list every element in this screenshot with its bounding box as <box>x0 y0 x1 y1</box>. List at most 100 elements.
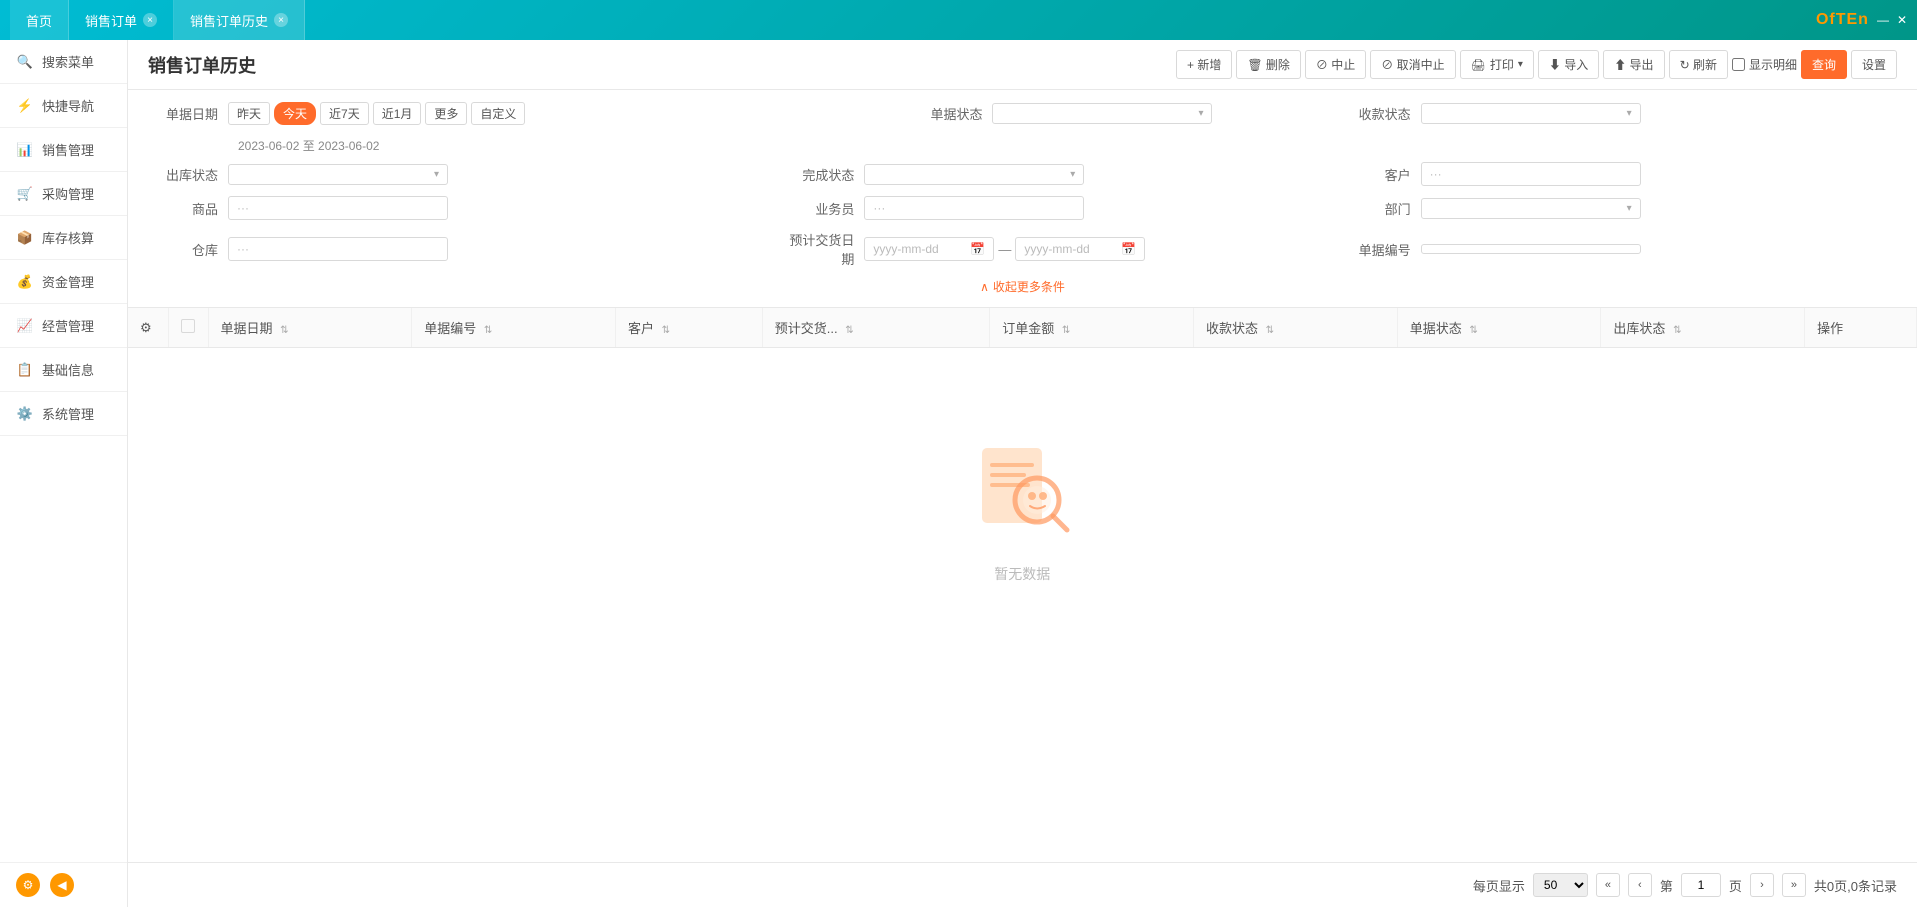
tab-home[interactable]: 首页 <box>10 0 69 40</box>
sidebar-item-quick-nav[interactable]: ⚡ 快捷导航 <box>0 84 127 128</box>
th-expected-date-label: 预计交货... <box>775 321 838 336</box>
th-settings[interactable]: ⚙ <box>128 308 168 348</box>
tab-sales-order-close[interactable]: × <box>143 13 157 27</box>
print-button[interactable]: 🖨 打印 ▾ <box>1460 50 1534 79</box>
filter-row-3: 商品 ··· 业务员 ··· 部门 ▾ <box>148 196 1897 220</box>
tab-sales-order-history-close[interactable]: × <box>274 13 288 27</box>
page-title: 销售订单历史 <box>148 52 256 78</box>
empty-state: 暂无数据 <box>128 348 1917 664</box>
refresh-button[interactable]: ↻ 刷新 <box>1669 50 1728 79</box>
salesperson-input[interactable]: ··· <box>864 196 1084 220</box>
complete-status-cell: 完成状态 ▾ <box>784 164 1340 185</box>
sidebar-item-inventory[interactable]: 📦 库存核算 <box>0 216 127 260</box>
date-range-text: 2023-06-02 至 2023-06-02 <box>238 137 379 154</box>
th-date-label: 单据日期 <box>221 321 273 336</box>
sidebar-settings-icon[interactable]: ⚙ <box>16 873 40 897</box>
expected-date-end[interactable]: yyyy-mm-dd 📅 <box>1015 237 1145 261</box>
filter-area: 单据日期 昨天 今天 近7天 近1月 更多 自定义 单据状态 ▾ <box>128 90 1917 308</box>
order-status-label: 单据状态 <box>912 104 992 123</box>
tab-sales-order[interactable]: 销售订单 × <box>69 0 174 40</box>
tab-sales-order-history[interactable]: 销售订单历史 × <box>174 0 305 40</box>
first-page-btn[interactable]: « <box>1596 873 1620 897</box>
expected-date-start[interactable]: yyyy-mm-dd 📅 <box>864 237 994 261</box>
prev-page-btn[interactable]: ‹ <box>1628 873 1652 897</box>
th-checkbox[interactable] <box>168 308 208 348</box>
window-close[interactable]: ✕ <box>1897 13 1907 27</box>
empty-text: 暂无数据 <box>994 564 1050 584</box>
order-number-input[interactable] <box>1421 244 1641 254</box>
order-status-select[interactable]: ▾ <box>992 103 1212 124</box>
sidebar-item-quick-nav-label: 快捷导航 <box>42 96 94 115</box>
select-all-checkbox[interactable] <box>181 319 195 333</box>
page-size-select[interactable]: 50 10 20 100 <box>1533 873 1588 897</box>
sort-payment-icon: ⇅ <box>1266 325 1274 336</box>
sidebar-item-finance[interactable]: 💰 资金管理 <box>0 260 127 304</box>
sidebar-item-search-menu-label: 搜索菜单 <box>42 52 94 71</box>
cancel-stop-button[interactable]: ⊘ 取消中止 <box>1370 50 1455 79</box>
sidebar-item-basic-info[interactable]: 📋 基础信息 <box>0 348 127 392</box>
sort-date-icon: ⇅ <box>280 325 288 336</box>
basic-info-icon: 📋 <box>16 361 34 379</box>
settings-button[interactable]: 设置 <box>1851 50 1897 79</box>
th-action-label: 操作 <box>1817 321 1843 336</box>
settings-icon[interactable]: ⚙ <box>140 320 152 335</box>
page-label-post: 页 <box>1729 876 1742 895</box>
th-customer[interactable]: 客户 ⇅ <box>615 308 762 348</box>
date-more-btn[interactable]: 更多 <box>425 102 467 125</box>
date-today-btn[interactable]: 今天 <box>274 102 316 125</box>
sidebar-item-purchase-mgmt[interactable]: 🛒 采购管理 <box>0 172 127 216</box>
sort-order-status-icon: ⇅ <box>1469 325 1477 336</box>
customer-input[interactable]: ··· <box>1421 162 1641 186</box>
stop-button[interactable]: ⊘ 中止 <box>1305 50 1366 79</box>
filter-row-4: 仓库 ··· 预计交货日期 yyyy-mm-dd 📅 — yyyy-mm-dd <box>148 230 1897 268</box>
new-button[interactable]: + 新增 <box>1176 50 1232 79</box>
sidebar-item-search-menu[interactable]: 🔍 搜索菜单 <box>0 40 127 84</box>
page-size-label: 每页显示 <box>1473 876 1525 895</box>
last-page-btn[interactable]: » <box>1782 873 1806 897</box>
sidebar-item-system-mgmt-label: 系统管理 <box>42 404 94 423</box>
th-customer-label: 客户 <box>628 321 654 336</box>
page-number-input[interactable] <box>1681 873 1721 897</box>
th-date[interactable]: 单据日期 ⇅ <box>208 308 412 348</box>
th-expected-date[interactable]: 预计交货... ⇅ <box>762 308 989 348</box>
department-chevron: ▾ <box>1627 203 1632 214</box>
import-button[interactable]: ⬇ 导入 <box>1538 50 1599 79</box>
date-last1month-btn[interactable]: 近1月 <box>373 102 422 125</box>
complete-status-select[interactable]: ▾ <box>864 164 1084 185</box>
department-select[interactable]: ▾ <box>1421 198 1641 219</box>
window-minimize[interactable]: — <box>1877 13 1889 27</box>
date-last7-btn[interactable]: 近7天 <box>320 102 369 125</box>
show-detail-input[interactable] <box>1732 58 1745 71</box>
sort-number-icon: ⇅ <box>484 325 492 336</box>
warehouse-input[interactable]: ··· <box>228 237 448 261</box>
customer-label: 客户 <box>1341 165 1421 184</box>
sidebar-item-sales-mgmt[interactable]: 📊 销售管理 <box>0 128 127 172</box>
next-page-btn[interactable]: › <box>1750 873 1774 897</box>
delete-button[interactable]: 🗑 删除 <box>1236 50 1301 79</box>
date-custom-btn[interactable]: 自定义 <box>471 102 525 125</box>
sidebar-item-operations[interactable]: 📈 经营管理 <box>0 304 127 348</box>
delivery-status-select[interactable]: ▾ <box>228 164 448 185</box>
sidebar-collapse-icon[interactable]: ◀ <box>50 873 74 897</box>
th-delivery-status[interactable]: 出库状态 ⇅ <box>1601 308 1805 348</box>
delivery-status-chevron: ▾ <box>434 169 439 180</box>
product-input[interactable]: ··· <box>228 196 448 220</box>
export-button[interactable]: ⬆ 导出 <box>1603 50 1664 79</box>
sidebar-item-sales-mgmt-label: 销售管理 <box>42 140 94 159</box>
payment-status-select[interactable]: ▾ <box>1421 103 1641 124</box>
query-button[interactable]: 查询 <box>1801 50 1847 79</box>
date-yesterday-btn[interactable]: 昨天 <box>228 102 270 125</box>
top-bar-right: OfTEn — ✕ <box>1816 11 1907 29</box>
product-label: 商品 <box>148 199 228 218</box>
th-number[interactable]: 单据编号 ⇅ <box>412 308 616 348</box>
collapse-btn[interactable]: ∧ 收起更多条件 <box>148 278 1897 295</box>
th-order-status-label: 单据状态 <box>1410 321 1462 336</box>
sidebar-item-system-mgmt[interactable]: ⚙️ 系统管理 <box>0 392 127 436</box>
show-detail-checkbox[interactable]: 显示明细 <box>1732 56 1797 73</box>
order-number-label: 单据编号 <box>1341 240 1421 259</box>
th-amount[interactable]: 订单金额 ⇅ <box>990 308 1194 348</box>
th-order-status[interactable]: 单据状态 ⇅ <box>1397 308 1601 348</box>
print-chevron: ▾ <box>1518 59 1523 70</box>
product-placeholder: ··· <box>237 201 249 215</box>
th-payment-status[interactable]: 收款状态 ⇅ <box>1193 308 1397 348</box>
